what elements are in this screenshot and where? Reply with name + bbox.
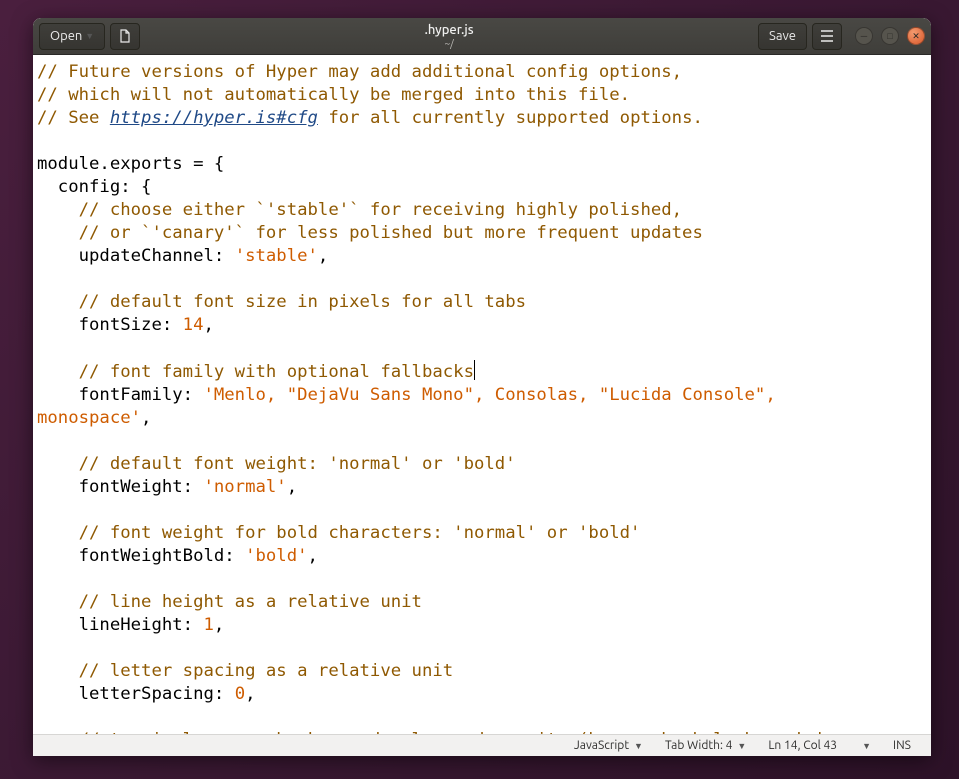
maximize-button[interactable]: □ xyxy=(881,27,899,45)
text-cursor xyxy=(474,360,475,380)
close-button[interactable]: ✕ xyxy=(907,27,925,45)
open-button[interactable]: Open ▼ xyxy=(39,23,105,50)
chevron-down-icon: ▼ xyxy=(85,31,94,41)
code-line: lineHeight: 1, xyxy=(37,614,931,637)
new-document-icon xyxy=(118,29,132,43)
code-line: // font weight for bold characters: 'nor… xyxy=(37,522,931,545)
code-line: fontWeight: 'normal', xyxy=(37,476,931,499)
status-language-label: JavaScript xyxy=(574,739,629,752)
open-button-label: Open xyxy=(50,29,82,43)
code-line xyxy=(37,268,931,291)
status-extra-menu[interactable]: ▼ xyxy=(859,741,871,751)
code-line xyxy=(37,637,931,660)
code-line: module.exports = { xyxy=(37,153,931,176)
hamburger-icon xyxy=(820,30,834,42)
status-cursor-position[interactable]: Ln 14, Col 43 xyxy=(768,739,837,752)
code-line: fontFamily: 'Menlo, "DejaVu Sans Mono", … xyxy=(37,384,931,407)
code-line: // letter spacing as a relative unit xyxy=(37,660,931,683)
status-position-label: Ln 14, Col 43 xyxy=(768,739,837,752)
code-line: config: { xyxy=(37,176,931,199)
status-language[interactable]: JavaScript ▼ xyxy=(574,739,643,752)
close-icon: ✕ xyxy=(912,32,920,41)
status-insert-mode[interactable]: INS xyxy=(893,739,919,752)
code-line: // See https://hyper.is#cfg for all curr… xyxy=(37,107,931,130)
titlebar-title: .hyper.js ~/ xyxy=(145,23,753,48)
status-tabwidth[interactable]: Tab Width: 4 ▼ xyxy=(665,739,746,752)
code-line xyxy=(37,337,931,360)
code-line: // choose either `'stable'` for receivin… xyxy=(37,199,931,222)
code-line xyxy=(37,568,931,591)
gedit-window: Open ▼ .hyper.js ~/ Save ─ □ ✕ xyxy=(33,18,931,756)
code-line: // or `'canary'` for less polished but m… xyxy=(37,222,931,245)
code-line: // Future versions of Hyper may add addi… xyxy=(37,61,931,84)
chevron-down-icon: ▼ xyxy=(634,741,643,751)
code-line: letterSpacing: 0, xyxy=(37,683,931,706)
save-button[interactable]: Save xyxy=(758,23,807,50)
code-line xyxy=(37,499,931,522)
status-insert-label: INS xyxy=(893,739,911,752)
save-button-label: Save xyxy=(769,29,796,43)
code-line: // font family with optional fallbacks xyxy=(37,360,931,384)
code-line: // default font size in pixels for all t… xyxy=(37,291,931,314)
window-title: .hyper.js xyxy=(145,23,753,37)
code-line: // which will not automatically be merge… xyxy=(37,84,931,107)
code-line: // default font weight: 'normal' or 'bol… xyxy=(37,453,931,476)
new-document-button[interactable] xyxy=(110,23,140,50)
code-line: updateChannel: 'stable', xyxy=(37,245,931,268)
window-subtitle: ~/ xyxy=(145,38,753,49)
code-line xyxy=(37,130,931,153)
code-line: fontSize: 14, xyxy=(37,314,931,337)
code-line: monospace', xyxy=(37,407,931,430)
chevron-down-icon: ▼ xyxy=(862,741,871,751)
editor-area[interactable]: // Future versions of Hyper may add addi… xyxy=(33,55,931,734)
window-controls: ─ □ ✕ xyxy=(855,27,925,45)
maximize-icon: □ xyxy=(887,32,892,41)
minimize-button[interactable]: ─ xyxy=(855,27,873,45)
code-line: // line height as a relative unit xyxy=(37,591,931,614)
titlebar: Open ▼ .hyper.js ~/ Save ─ □ ✕ xyxy=(33,18,931,55)
minimize-icon: ─ xyxy=(861,32,867,41)
code-line xyxy=(37,706,931,729)
statusbar: JavaScript ▼ Tab Width: 4 ▼ Ln 14, Col 4… xyxy=(33,734,931,756)
chevron-down-icon: ▼ xyxy=(737,741,746,751)
status-tabwidth-label: Tab Width: 4 xyxy=(665,739,732,752)
code-line xyxy=(37,430,931,453)
hamburger-menu-button[interactable] xyxy=(812,23,842,50)
code-line: fontWeightBold: 'bold', xyxy=(37,545,931,568)
